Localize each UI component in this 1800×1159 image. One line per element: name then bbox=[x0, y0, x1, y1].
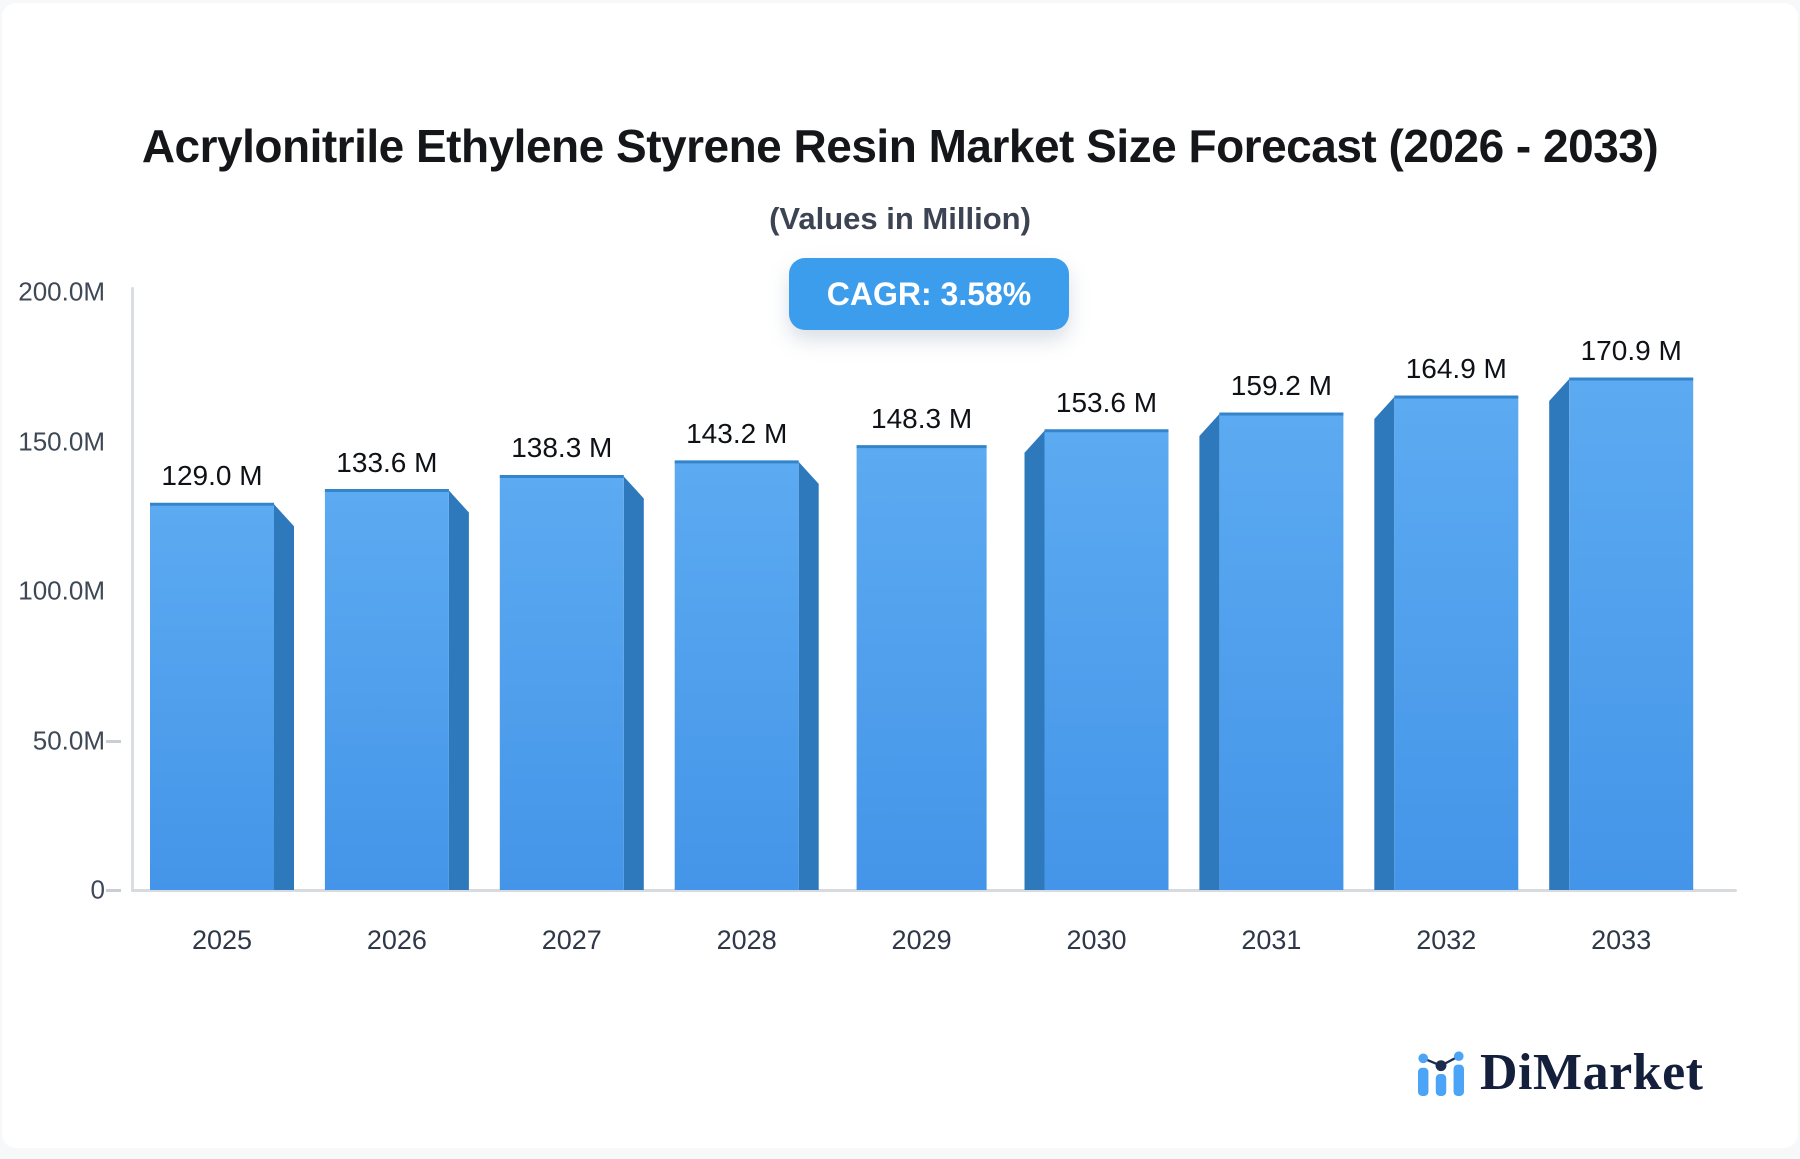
y-axis-tick bbox=[106, 739, 121, 743]
bar-side-2033[interactable] bbox=[1549, 379, 1570, 890]
x-axis-label-2030: 2030 bbox=[1066, 925, 1127, 955]
bar-2032[interactable] bbox=[1394, 396, 1519, 890]
bar-side-2025[interactable] bbox=[274, 504, 294, 890]
bar-value-label-2030: 153.6 M bbox=[1055, 386, 1158, 418]
bar-2027[interactable] bbox=[499, 476, 624, 890]
y-axis-tick bbox=[106, 889, 121, 892]
bar-value-label-2031: 159.2 M bbox=[1230, 369, 1332, 401]
bar-value-label-2033: 170.9 M bbox=[1580, 335, 1682, 366]
bars-layer bbox=[150, 377, 1694, 890]
bar-side-2026[interactable] bbox=[448, 490, 469, 890]
bar-2030[interactable] bbox=[1044, 430, 1169, 890]
bar-2033[interactable] bbox=[1569, 379, 1694, 890]
bar-value-label-2027: 138.3 M bbox=[511, 432, 613, 464]
bar-2031[interactable] bbox=[1219, 413, 1344, 890]
y-axis-label-100.0M: 100.0M bbox=[18, 575, 105, 606]
y-axis-label-200.0M: 200.0M bbox=[18, 276, 105, 307]
dimarket-logo-text: DiMarket bbox=[1480, 1044, 1704, 1102]
y-axis-label-0: 0 bbox=[90, 874, 105, 905]
bar-side-2028[interactable] bbox=[798, 461, 819, 890]
x-axis-label-2033: 2033 bbox=[1591, 925, 1652, 955]
bar-2025[interactable] bbox=[150, 504, 274, 890]
bar-2029[interactable] bbox=[856, 446, 987, 890]
x-axis-label-2029: 2029 bbox=[891, 925, 952, 955]
bar-side-2032[interactable] bbox=[1374, 396, 1395, 890]
bar-side-2030[interactable] bbox=[1024, 430, 1045, 890]
x-axis-label-2025: 2025 bbox=[191, 925, 253, 955]
x-axis-label-2031: 2031 bbox=[1241, 925, 1302, 955]
x-axis-label-2028: 2028 bbox=[716, 925, 777, 955]
dimarket-logo[interactable]: DiMarket bbox=[1415, 1043, 1704, 1102]
x-axis-label-2027: 2027 bbox=[541, 925, 602, 955]
bar-2026[interactable] bbox=[324, 490, 449, 890]
bar-value-label-2025: 129.0 M bbox=[161, 460, 263, 492]
bar-value-label-2032: 164.9 M bbox=[1405, 352, 1507, 384]
y-axis-label-150.0M: 150.0M bbox=[18, 426, 105, 456]
x-axis-label-2026: 2026 bbox=[366, 925, 427, 955]
chart-card: Acrylonitrile Ethylene Styrene Resin Mar… bbox=[2, 3, 1798, 1148]
bar-2028[interactable] bbox=[674, 461, 799, 890]
bar-side-2031[interactable] bbox=[1199, 413, 1220, 890]
bar-value-label-2028: 143.2 M bbox=[686, 417, 788, 449]
bar-value-label-2026: 133.6 M bbox=[336, 446, 438, 478]
bar-side-2027[interactable] bbox=[623, 476, 644, 890]
y-axis-label-50.0M: 50.0M bbox=[32, 725, 105, 755]
bar-value-label-2029: 148.3 M bbox=[871, 402, 973, 434]
x-axis-label-2032: 2032 bbox=[1416, 925, 1477, 955]
bar-chart-logo-icon bbox=[1418, 1051, 1464, 1096]
